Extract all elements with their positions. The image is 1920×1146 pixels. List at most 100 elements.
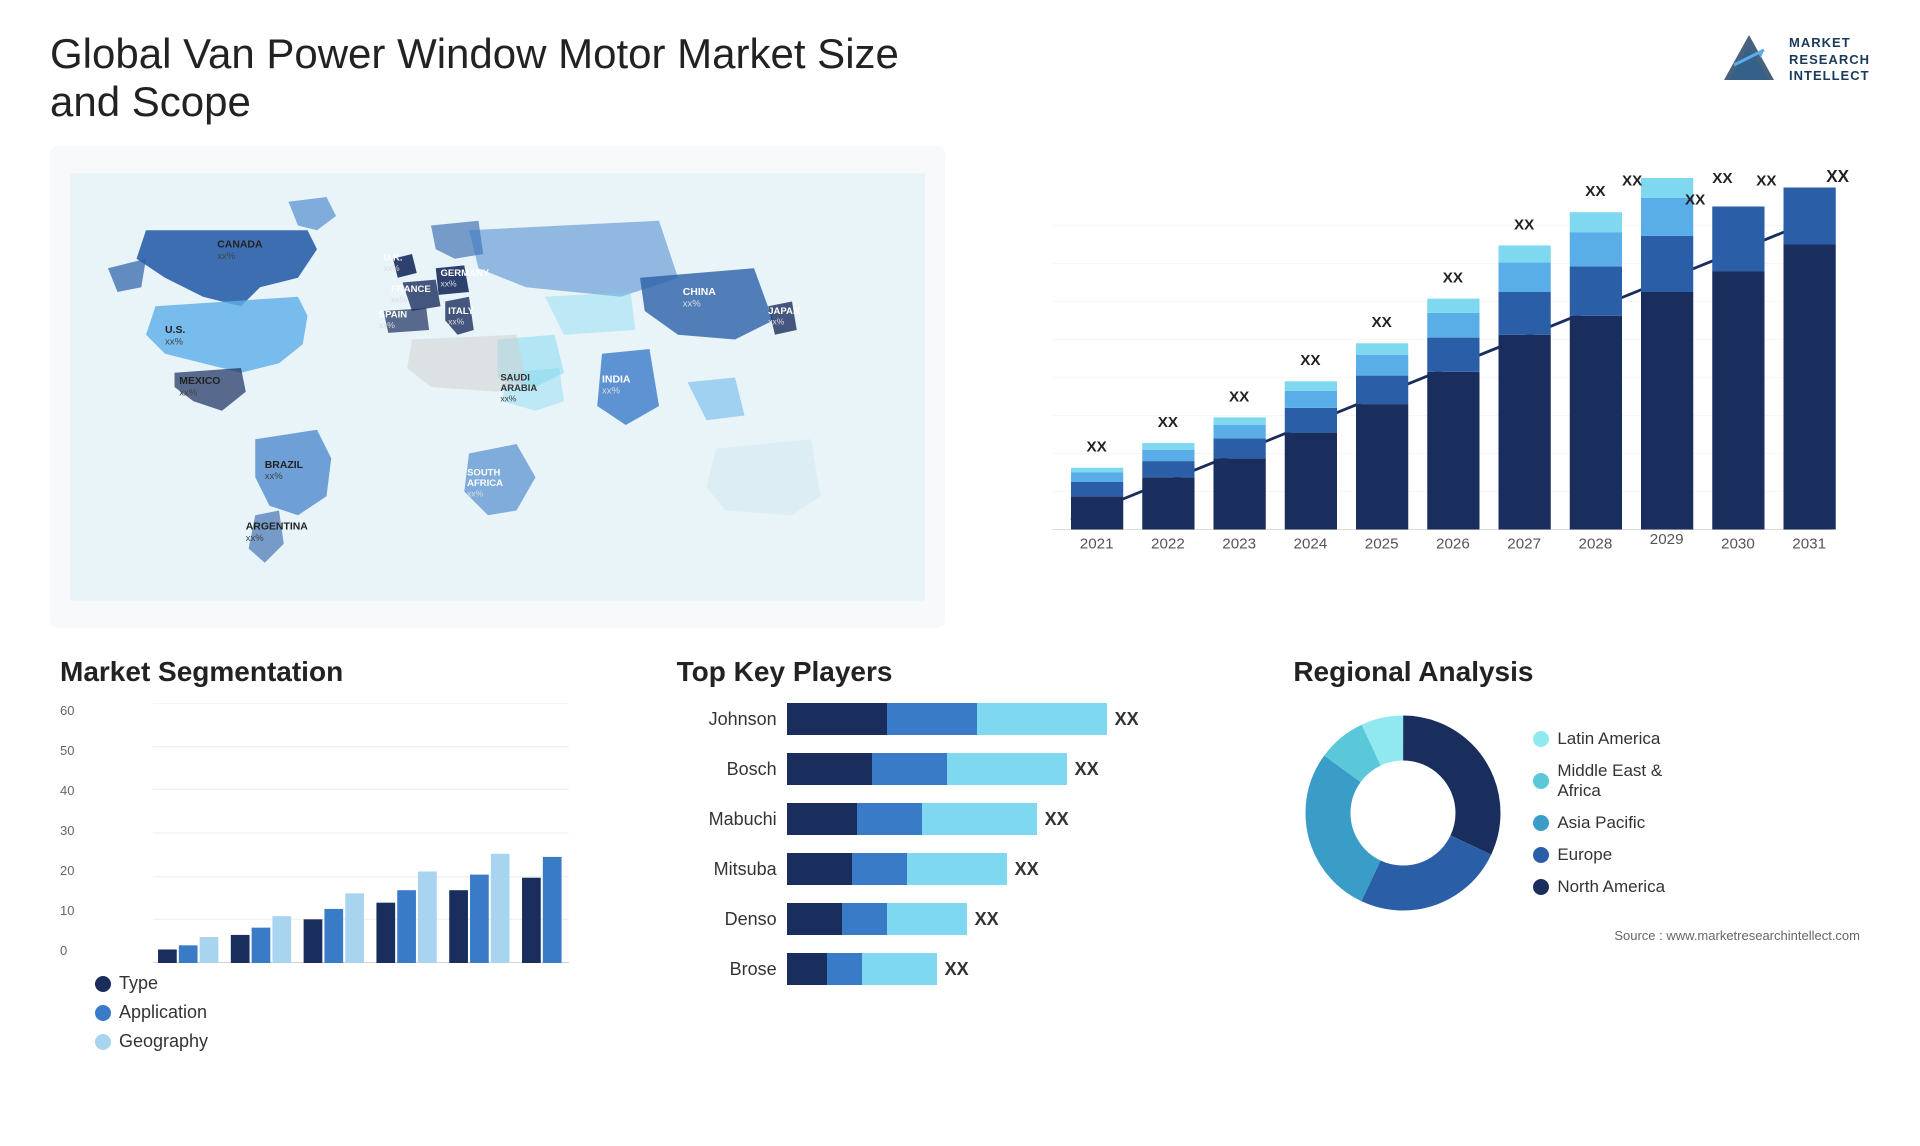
svg-text:2021: 2021 [1080, 536, 1114, 553]
legend-asia-pacific: Asia Pacific [1533, 813, 1665, 833]
svg-text:XX: XX [1585, 183, 1605, 200]
svg-text:MEXICO: MEXICO [179, 376, 220, 387]
key-players-title: Top Key Players [677, 656, 1244, 688]
svg-text:AFRICA: AFRICA [467, 478, 503, 489]
legend-geography-dot [95, 1034, 111, 1050]
europe-dot [1533, 847, 1549, 863]
svg-text:GERMANY: GERMANY [441, 268, 490, 279]
svg-text:CHINA: CHINA [683, 287, 717, 298]
legend-type-dot [95, 976, 111, 992]
svg-text:xx%: xx% [391, 294, 408, 304]
page-title: Global Van Power Window Motor Market Siz… [50, 30, 950, 126]
regional-content: Latin America Middle East &Africa Asia P… [1293, 703, 1860, 923]
svg-text:XX: XX [1826, 167, 1849, 186]
svg-text:2031: 2031 [1792, 536, 1826, 553]
bar-chart-section: XX 2021 XX 2022 XX 2023 [975, 146, 1870, 628]
svg-text:XX: XX [1685, 192, 1705, 209]
page-container: Global Van Power Window Motor Market Siz… [0, 0, 1920, 1146]
legend-europe: Europe [1533, 845, 1665, 865]
regional-title: Regional Analysis [1293, 656, 1860, 688]
svg-text:XX: XX [1158, 414, 1178, 431]
logo-area: MARKET RESEARCH INTELLECT [1719, 30, 1870, 90]
svg-text:JAPAN: JAPAN [768, 306, 800, 317]
segmentation-chart-svg: 2021 2022 2023 2024 2025 2026 [95, 703, 627, 963]
svg-text:xx%: xx% [467, 488, 484, 498]
svg-text:2024: 2024 [1294, 536, 1328, 553]
legend-type: Type [95, 973, 627, 994]
svg-text:U.K.: U.K. [384, 253, 403, 264]
svg-text:2025: 2025 [1365, 536, 1399, 553]
svg-text:SOUTH: SOUTH [467, 467, 500, 478]
key-players-section: Top Key Players Johnson XX Bosch [667, 646, 1254, 1062]
bar-chart-svg: XX 2021 XX 2022 XX 2023 [995, 166, 1850, 608]
svg-text:ARGENTINA: ARGENTINA [246, 522, 309, 533]
legend-geography: Geography [95, 1031, 627, 1052]
header: Global Van Power Window Motor Market Siz… [50, 30, 1870, 126]
svg-text:XX: XX [1712, 170, 1732, 187]
svg-text:2026: 2026 [1436, 536, 1470, 553]
svg-text:2029: 2029 [1650, 531, 1684, 548]
svg-text:2027: 2027 [1507, 536, 1541, 553]
regional-legend: Latin America Middle East &Africa Asia P… [1533, 729, 1665, 897]
player-row-denso: Denso XX [677, 903, 1244, 935]
donut-chart [1293, 703, 1513, 923]
svg-text:XX: XX [1443, 270, 1463, 287]
svg-text:XX: XX [1372, 314, 1392, 331]
donut-svg [1293, 703, 1513, 923]
logo-text: MARKET RESEARCH INTELLECT [1789, 35, 1870, 86]
svg-text:xx%: xx% [246, 533, 265, 544]
svg-text:xx%: xx% [217, 251, 236, 262]
source-text: Source : www.marketresearchintellect.com [1293, 928, 1860, 943]
svg-text:XX: XX [1229, 388, 1249, 405]
svg-text:XX: XX [1300, 352, 1320, 369]
player-row-bosch: Bosch XX [677, 753, 1244, 785]
north-america-dot [1533, 879, 1549, 895]
svg-text:U.S.: U.S. [165, 325, 185, 336]
svg-text:xx%: xx% [165, 336, 184, 347]
svg-text:ARABIA: ARABIA [500, 383, 537, 394]
svg-text:2030: 2030 [1721, 536, 1755, 553]
segmentation-title: Market Segmentation [60, 656, 627, 688]
svg-text:xx%: xx% [384, 263, 401, 273]
svg-text:xx%: xx% [602, 386, 621, 397]
latin-america-dot [1533, 731, 1549, 747]
legend-application: Application [95, 1002, 627, 1023]
svg-text:XX: XX [1756, 173, 1776, 190]
player-row-johnson: Johnson XX [677, 703, 1244, 735]
logo-icon [1719, 30, 1779, 90]
map-section: CANADA xx% U.S. xx% MEXICO xx% BRAZIL xx… [50, 146, 945, 628]
svg-text:2022: 2022 [1151, 536, 1185, 553]
svg-text:2028: 2028 [1579, 536, 1613, 553]
player-row-mitsuba: Mitsuba XX [677, 853, 1244, 885]
svg-text:xx%: xx% [379, 320, 396, 330]
player-row-brose: Brose XX [677, 953, 1244, 985]
svg-text:SPAIN: SPAIN [379, 310, 407, 321]
svg-text:XX: XX [1514, 216, 1534, 233]
regional-section: Regional Analysis [1283, 646, 1870, 1062]
world-map-svg: CANADA xx% U.S. xx% MEXICO xx% BRAZIL xx… [70, 166, 925, 608]
segmentation-section: Market Segmentation 0 10 20 30 40 50 60 [50, 646, 637, 1062]
svg-text:FRANCE: FRANCE [391, 284, 431, 295]
svg-text:2023: 2023 [1222, 536, 1256, 553]
svg-text:ITALY: ITALY [448, 306, 475, 317]
asia-pacific-dot [1533, 815, 1549, 831]
svg-text:xx%: xx% [448, 316, 465, 326]
mea-dot [1533, 773, 1549, 789]
svg-text:xx%: xx% [265, 471, 284, 482]
legend-north-america: North America [1533, 877, 1665, 897]
svg-text:XX: XX [1622, 173, 1642, 190]
svg-text:xx%: xx% [683, 298, 702, 309]
svg-text:SAUDI: SAUDI [500, 372, 530, 383]
svg-text:xx%: xx% [768, 316, 785, 326]
svg-text:xx%: xx% [500, 393, 517, 403]
legend-mea: Middle East &Africa [1533, 761, 1665, 801]
svg-text:INDIA: INDIA [602, 374, 631, 385]
svg-text:BRAZIL: BRAZIL [265, 460, 304, 471]
legend-application-dot [95, 1005, 111, 1021]
svg-text:xx%: xx% [441, 278, 458, 288]
legend-latin-america: Latin America [1533, 729, 1665, 749]
svg-text:xx%: xx% [179, 388, 198, 399]
svg-text:XX: XX [1087, 439, 1107, 456]
player-row-mabuchi: Mabuchi XX [677, 803, 1244, 835]
svg-text:CANADA: CANADA [217, 239, 263, 250]
